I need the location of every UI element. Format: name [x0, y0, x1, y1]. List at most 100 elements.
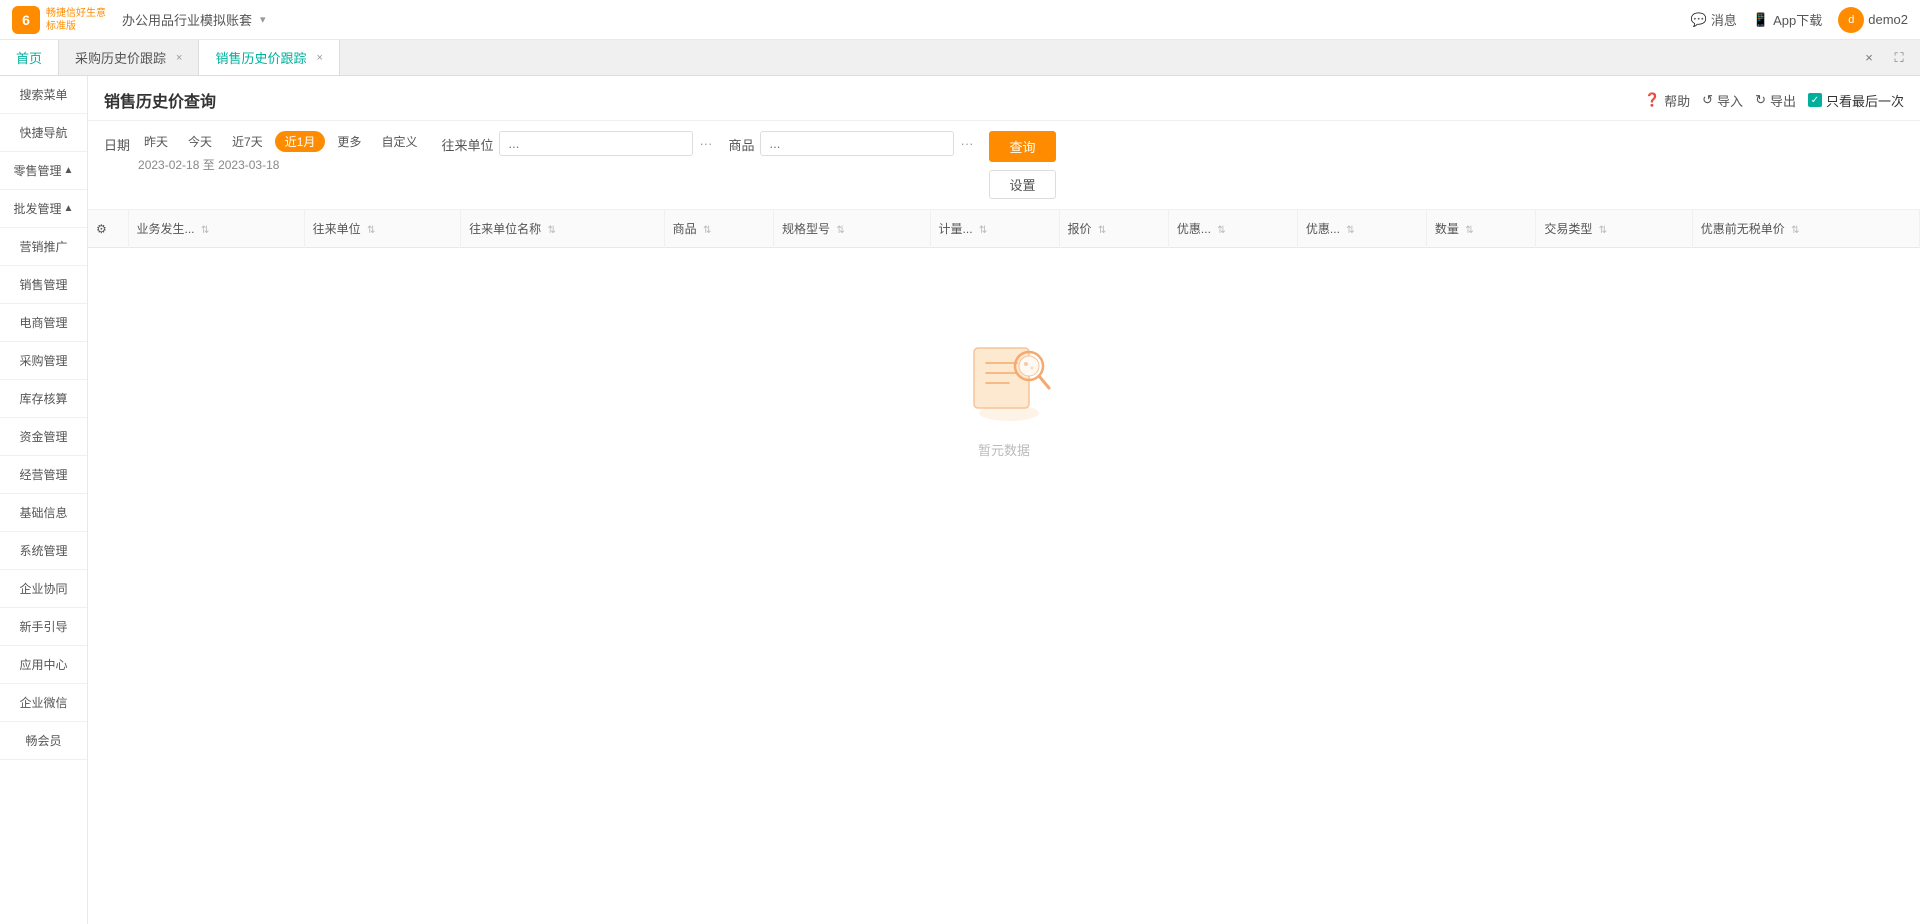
tab-home-label: 首页	[16, 48, 42, 67]
th-trade-type[interactable]: 交易类型 ⇅	[1536, 210, 1692, 248]
tab-home[interactable]: 首页	[0, 40, 59, 75]
only-last-label: 只看最后一次	[1826, 91, 1904, 110]
export-btn[interactable]: ↻ 导出	[1755, 91, 1796, 110]
page-title: 销售历史价查询	[104, 88, 216, 112]
sidebar-item-retail-mgmt[interactable]: 零售管理 ▲	[0, 152, 87, 190]
sidebar-label-ecom-mgmt: 电商管理	[19, 316, 67, 330]
date-btn-7days[interactable]: 近7天	[224, 131, 271, 152]
counterparty-dots[interactable]: ···	[699, 136, 712, 151]
topbar-right: 💬 消息 📱 App下载 d demo2	[1691, 7, 1908, 33]
sidebar-item-corp-wechat[interactable]: 企业微信	[0, 684, 87, 722]
date-btn-more[interactable]: 更多	[329, 131, 369, 152]
tab-sales-close[interactable]: ×	[316, 52, 322, 64]
sidebar-item-basic-info[interactable]: 基础信息	[0, 494, 87, 532]
tab-sales-history[interactable]: 销售历史价跟踪 ×	[199, 40, 339, 75]
th-counterparty-name-label: 往来单位名称	[469, 222, 541, 236]
sidebar-label-operations: 经营管理	[19, 468, 67, 482]
sidebar-item-app-center[interactable]: 应用中心	[0, 646, 87, 684]
sidebar-label-corp-collab: 企业协同	[19, 582, 67, 596]
logo-char: 6	[22, 12, 30, 28]
th-unit[interactable]: 计量... ⇅	[930, 210, 1059, 248]
th-product[interactable]: 商品 ⇅	[664, 210, 773, 248]
app-download-label: App下载	[1773, 10, 1822, 29]
counterparty-filter-group: 往来单位 ···	[441, 131, 712, 156]
logo-icon: 6	[12, 6, 40, 34]
date-btn-today[interactable]: 今天	[180, 131, 220, 152]
help-label: 帮助	[1664, 91, 1690, 110]
th-counterparty-code-label: 往来单位	[313, 222, 361, 236]
logo-area: 6 畅捷信好生意 标准版	[12, 6, 106, 34]
sort-icon-discount1: ⇅	[1217, 225, 1225, 236]
product-label: 商品	[728, 135, 754, 154]
th-counterparty-code[interactable]: 往来单位 ⇅	[304, 210, 460, 248]
import-btn[interactable]: ↺ 导入	[1702, 91, 1743, 110]
user-area[interactable]: d demo2	[1838, 7, 1908, 33]
sidebar-item-system-mgmt[interactable]: 系统管理	[0, 532, 87, 570]
date-btn-custom[interactable]: 自定义	[373, 131, 425, 152]
close-window-btn[interactable]: ×	[1858, 47, 1880, 69]
sidebar-item-corp-collab[interactable]: 企业协同	[0, 570, 87, 608]
empty-illustration	[944, 328, 1064, 428]
tab-sales-history-label: 销售历史价跟踪	[215, 48, 306, 67]
counterparty-input[interactable]	[499, 131, 693, 156]
tab-purchase-close[interactable]: ×	[176, 52, 182, 64]
th-quantity[interactable]: 数量 ⇅	[1426, 210, 1535, 248]
date-filter-label: 日期	[104, 135, 130, 154]
sidebar-label-search-menu: 搜索菜单	[19, 88, 67, 102]
th-quote-price[interactable]: 报价 ⇅	[1059, 210, 1168, 248]
tabbar: 首页 采购历史价跟踪 × 销售历史价跟踪 × × ⛶	[0, 40, 1920, 76]
only-last-wrap[interactable]: ✓ 只看最后一次	[1808, 91, 1904, 110]
sidebar-label-membership: 畅会员	[25, 734, 61, 748]
only-last-checkbox[interactable]: ✓	[1808, 93, 1822, 107]
sidebar-item-search-menu[interactable]: 搜索菜单	[0, 76, 87, 114]
th-settings[interactable]: ⚙	[88, 210, 128, 248]
th-spec-label: 规格型号	[782, 222, 830, 236]
sidebar-item-quick-nav[interactable]: 快捷导航	[0, 114, 87, 152]
topbar: 6 畅捷信好生意 标准版 办公用品行业模拟账套 ▾ 💬 消息 📱 App下载 d…	[0, 0, 1920, 40]
sidebar-label-marketing: 营销推广	[19, 240, 67, 254]
settings-icon[interactable]: ⚙	[96, 222, 107, 236]
sidebar-item-membership[interactable]: 畅会员	[0, 722, 87, 760]
sidebar-item-ecom-mgmt[interactable]: 电商管理	[0, 304, 87, 342]
tab-actions: × ⛶	[1848, 40, 1920, 75]
sidebar-item-guide[interactable]: 新手引导	[0, 608, 87, 646]
th-discount1-label: 优惠...	[1177, 222, 1211, 236]
th-biz-date[interactable]: 业务发生... ⇅	[128, 210, 304, 248]
th-spec[interactable]: 规格型号 ⇅	[774, 210, 930, 248]
date-btn-1month[interactable]: 近1月	[275, 131, 326, 152]
sidebar-item-operations[interactable]: 经营管理	[0, 456, 87, 494]
sidebar-item-marketing[interactable]: 营销推广	[0, 228, 87, 266]
fullscreen-btn[interactable]: ⛶	[1888, 47, 1910, 69]
message-label: 消息	[1711, 10, 1737, 29]
help-btn[interactable]: ❓ 帮助	[1644, 91, 1690, 110]
sort-icon-unit: ⇅	[979, 225, 987, 236]
counterparty-label: 往来单位	[441, 135, 493, 154]
sidebar-item-sales-mgmt[interactable]: 销售管理	[0, 266, 87, 304]
product-input[interactable]	[760, 131, 954, 156]
sort-icon-trade-type: ⇅	[1599, 225, 1607, 236]
app-download-btn[interactable]: 📱 App下载	[1753, 10, 1822, 29]
sort-icon-product: ⇅	[703, 225, 711, 236]
query-btn[interactable]: 查询	[989, 131, 1055, 162]
counterparty-input-group: ···	[499, 131, 712, 156]
th-discount1[interactable]: 优惠... ⇅	[1168, 210, 1297, 248]
sidebar-label-finance: 资金管理	[19, 430, 67, 444]
sidebar-item-purchase-mgmt[interactable]: 采购管理	[0, 342, 87, 380]
sidebar-label-quick-nav: 快捷导航	[19, 126, 67, 140]
th-discount2[interactable]: 优惠... ⇅	[1297, 210, 1426, 248]
message-btn[interactable]: 💬 消息	[1691, 10, 1737, 29]
table-header: ⚙ 业务发生... ⇅ 往来单位 ⇅ 往来单位名称 ⇅	[88, 210, 1920, 248]
th-counterparty-name[interactable]: 往来单位名称 ⇅	[461, 210, 665, 248]
tab-purchase-history[interactable]: 采购历史价跟踪 ×	[59, 40, 199, 75]
th-pretax-price[interactable]: 优惠前无税单价 ⇅	[1692, 210, 1919, 248]
sidebar-item-wholesale-mgmt[interactable]: 批发管理 ▲	[0, 190, 87, 228]
setting-btn[interactable]: 设置	[989, 170, 1055, 199]
sidebar-item-finance[interactable]: 资金管理	[0, 418, 87, 456]
product-dots[interactable]: ···	[960, 136, 973, 151]
sidebar-item-inventory[interactable]: 库存核算	[0, 380, 87, 418]
logo-text: 畅捷信好生意 标准版	[46, 7, 106, 33]
date-btn-yesterday[interactable]: 昨天	[136, 131, 176, 152]
user-name: demo2	[1868, 12, 1908, 27]
date-filter-group: 日期 昨天 今天 近7天 近1月 更多 自定义 2023-02-18 至 202…	[104, 131, 425, 173]
app-dropdown-arrow[interactable]: ▾	[260, 13, 266, 26]
